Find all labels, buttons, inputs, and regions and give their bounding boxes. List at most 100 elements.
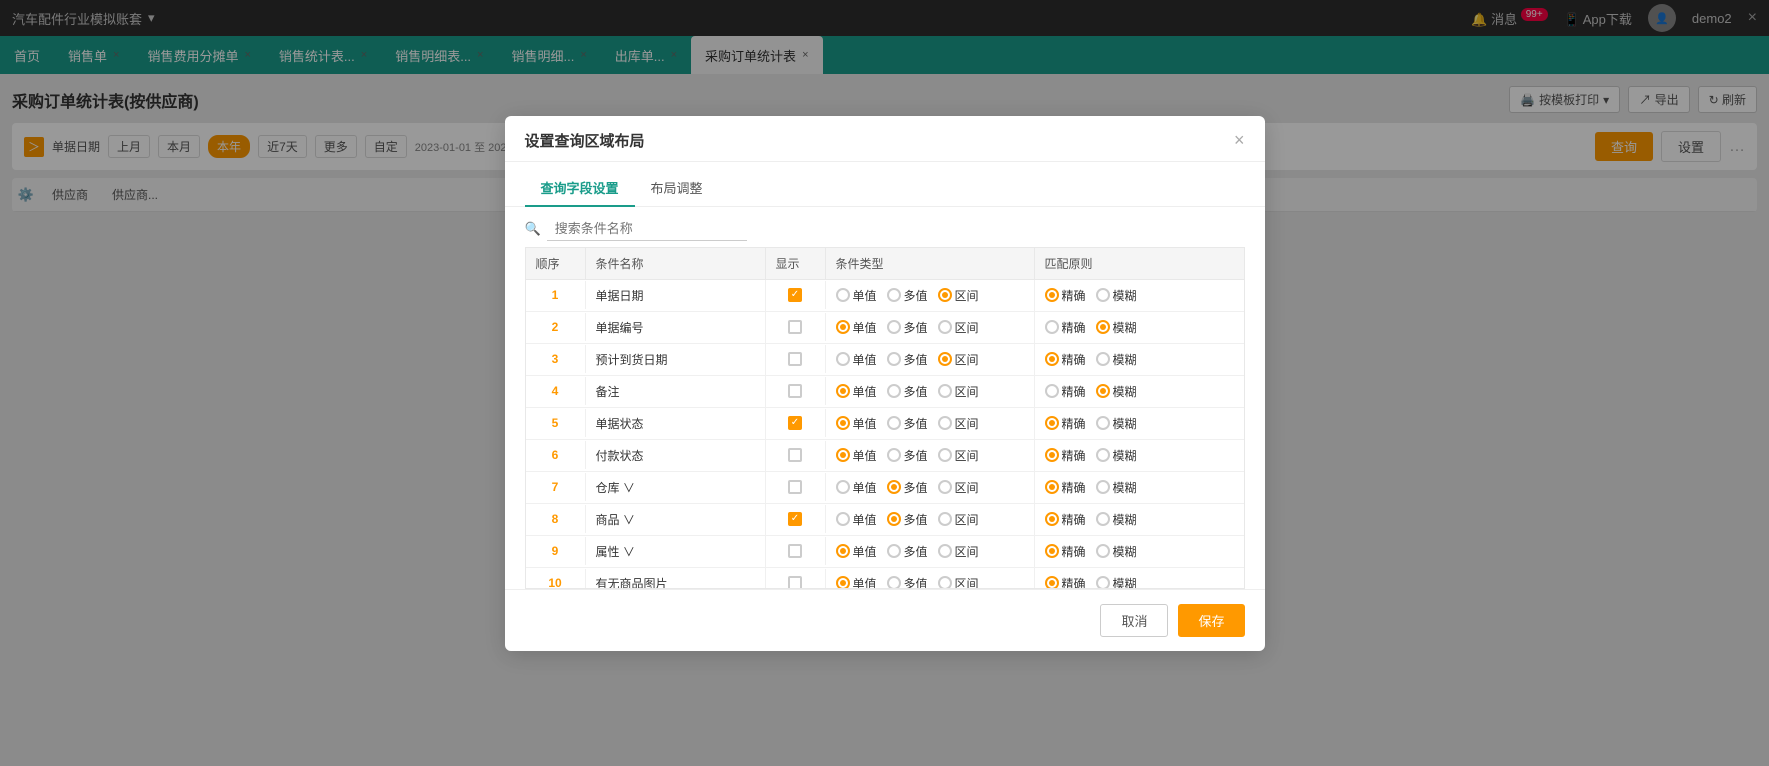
cell-name-0: 单据日期 [586,280,766,311]
cell-display-8[interactable] [766,537,826,565]
cell-display-6[interactable] [766,473,826,501]
radio-fuzzy-2[interactable]: 模糊 [1096,351,1137,368]
cancel-button[interactable]: 取消 [1100,604,1168,637]
radio-fuzzy-9[interactable]: 模糊 [1096,575,1137,589]
cell-display-1[interactable] [766,313,826,341]
radio-range-2[interactable]: 区间 [938,351,979,368]
radio-exact-4[interactable]: 精确 [1045,415,1086,432]
checkbox-display-8[interactable] [788,544,802,558]
cell-type-3: 单值 多值 区间 [826,376,1035,407]
radio-single-3[interactable]: 单值 [836,383,877,400]
radio-multi-7[interactable]: 多值 [887,511,928,528]
radio-multi-6[interactable]: 多值 [887,479,928,496]
cell-order-1: 2 [526,313,586,341]
tab-query-fields[interactable]: 查询字段设置 [525,172,635,207]
radio-range-7[interactable]: 区间 [938,511,979,528]
radio-range-3[interactable]: 区间 [938,383,979,400]
cell-display-0[interactable] [766,281,826,309]
radio-single-8[interactable]: 单值 [836,543,877,560]
radio-exact-7[interactable]: 精确 [1045,511,1086,528]
radio-single-9[interactable]: 单值 [836,575,877,589]
radio-multi-1[interactable]: 多值 [887,319,928,336]
radio-range-0[interactable]: 区间 [938,287,979,304]
table-row: 5单据状态 单值 多值 区间 精确 [526,408,1244,440]
table-row: 7仓库 ∨ 单值 多值 区间 精确 [526,472,1244,504]
radio-single-1[interactable]: 单值 [836,319,877,336]
radio-fuzzy-5[interactable]: 模糊 [1096,447,1137,464]
save-button[interactable]: 保存 [1178,604,1244,637]
radio-multi-9[interactable]: 多值 [887,575,928,589]
cell-type-7: 单值 多值 区间 [826,504,1035,535]
dialog-footer: 取消 保存 [505,589,1265,651]
radio-exact-0[interactable]: 精确 [1045,287,1086,304]
checkbox-display-3[interactable] [788,384,802,398]
radio-single-7[interactable]: 单值 [836,511,877,528]
radio-fuzzy-1[interactable]: 模糊 [1096,319,1137,336]
radio-multi-3[interactable]: 多值 [887,383,928,400]
cell-type-1: 单值 多值 区间 [826,312,1035,343]
radio-exact-2[interactable]: 精确 [1045,351,1086,368]
checkbox-display-7[interactable] [788,512,802,526]
radio-exact-3[interactable]: 精确 [1045,383,1086,400]
cell-name-6: 仓库 ∨ [586,472,766,503]
radio-single-5[interactable]: 单值 [836,447,877,464]
cell-display-4[interactable] [766,409,826,437]
condition-search-input[interactable] [547,217,747,241]
radio-fuzzy-0[interactable]: 模糊 [1096,287,1137,304]
tab-layout[interactable]: 布局调整 [635,172,719,207]
radio-multi-5[interactable]: 多值 [887,447,928,464]
cell-display-2[interactable] [766,345,826,373]
checkbox-display-4[interactable] [788,416,802,430]
table-row: 6付款状态 单值 多值 区间 精确 [526,440,1244,472]
checkbox-display-6[interactable] [788,480,802,494]
tab-layout-label: 布局调整 [651,181,703,196]
dialog-table: 顺序 条件名称 显示 条件类型 匹配原则 1单据日期 单值 多值 [525,247,1245,589]
radio-multi-4[interactable]: 多值 [887,415,928,432]
radio-multi-0[interactable]: 多值 [887,287,928,304]
cell-order-3: 4 [526,377,586,405]
radio-range-6[interactable]: 区间 [938,479,979,496]
radio-exact-6[interactable]: 精确 [1045,479,1086,496]
radio-single-2[interactable]: 单值 [836,351,877,368]
radio-exact-5[interactable]: 精确 [1045,447,1086,464]
radio-range-8[interactable]: 区间 [938,543,979,560]
checkbox-display-0[interactable] [788,288,802,302]
radio-exact-1[interactable]: 精确 [1045,319,1086,336]
radio-single-6[interactable]: 单值 [836,479,877,496]
checkbox-display-5[interactable] [788,448,802,462]
cell-order-8: 9 [526,537,586,565]
cell-type-9: 单值 多值 区间 [826,568,1035,589]
radio-fuzzy-8[interactable]: 模糊 [1096,543,1137,560]
cell-display-7[interactable] [766,505,826,533]
radio-fuzzy-6[interactable]: 模糊 [1096,479,1137,496]
cell-display-5[interactable] [766,441,826,469]
radio-range-5[interactable]: 区间 [938,447,979,464]
radio-single-0[interactable]: 单值 [836,287,877,304]
radio-range-4[interactable]: 区间 [938,415,979,432]
head-name: 条件名称 [586,248,766,279]
radio-range-9[interactable]: 区间 [938,575,979,589]
radio-range-1[interactable]: 区间 [938,319,979,336]
checkbox-display-2[interactable] [788,352,802,366]
checkbox-display-1[interactable] [788,320,802,334]
table-body: 1单据日期 单值 多值 区间 精确 [525,279,1245,589]
cell-order-5: 6 [526,441,586,469]
table-row: 8商品 ∨ 单值 多值 区间 精确 [526,504,1244,536]
radio-multi-2[interactable]: 多值 [887,351,928,368]
cell-name-3: 备注 [586,376,766,407]
table-row: 10有无商品图片 单值 多值 区间 精确 [526,568,1244,589]
radio-exact-8[interactable]: 精确 [1045,543,1086,560]
table-row: 3预计到货日期 单值 多值 区间 精确 [526,344,1244,376]
radio-fuzzy-4[interactable]: 模糊 [1096,415,1137,432]
radio-single-4[interactable]: 单值 [836,415,877,432]
cell-display-3[interactable] [766,377,826,405]
radio-exact-9[interactable]: 精确 [1045,575,1086,589]
dialog-close-button[interactable]: × [1234,130,1245,151]
checkbox-display-9[interactable] [788,576,802,589]
cell-type-2: 单值 多值 区间 [826,344,1035,375]
radio-fuzzy-3[interactable]: 模糊 [1096,383,1137,400]
radio-fuzzy-7[interactable]: 模糊 [1096,511,1137,528]
cell-display-9[interactable] [766,569,826,589]
radio-multi-8[interactable]: 多值 [887,543,928,560]
cell-name-4: 单据状态 [586,408,766,439]
